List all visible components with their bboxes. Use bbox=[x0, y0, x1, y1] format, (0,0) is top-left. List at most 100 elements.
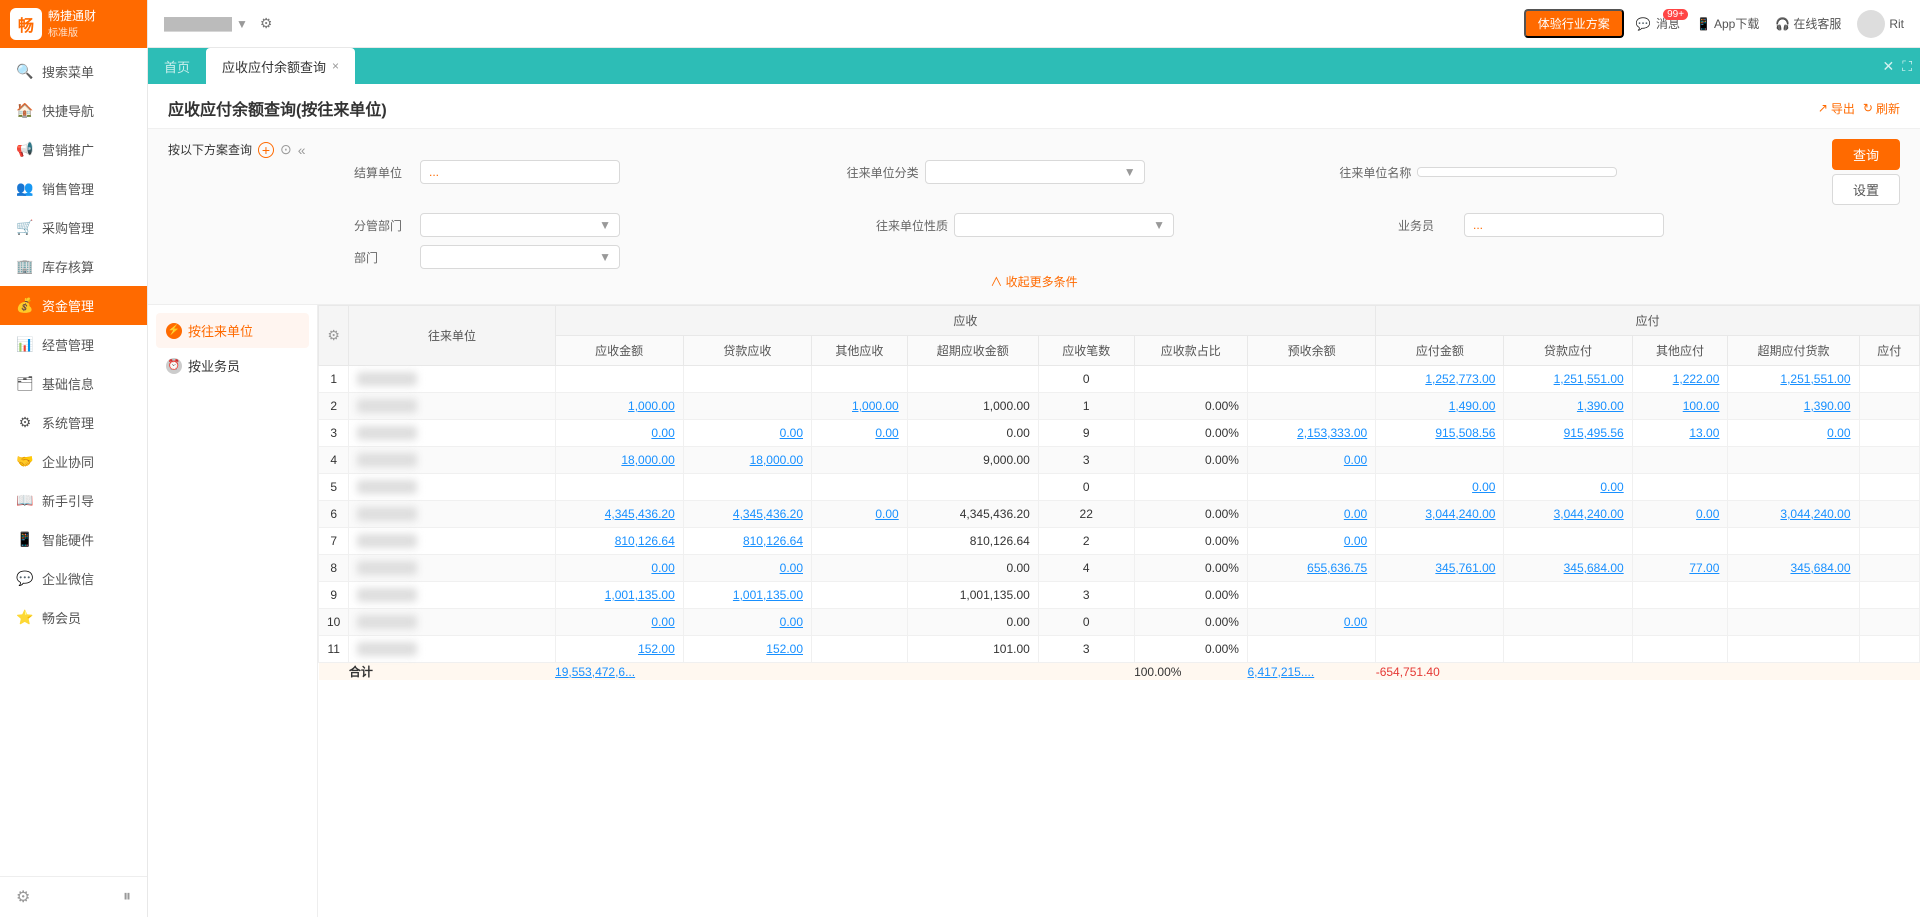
col-settings-header[interactable]: ⚙ bbox=[319, 306, 349, 366]
cell-link[interactable]: 0.00 bbox=[1696, 507, 1719, 521]
tab-home[interactable]: 首页 bbox=[148, 48, 206, 84]
cell-link[interactable]: 1,000.00 bbox=[628, 399, 675, 413]
dept-select[interactable]: ▼ bbox=[420, 245, 620, 269]
query-item-partner[interactable]: ⚡ 按往来单位 bbox=[156, 313, 309, 348]
sidebar-item-inventory[interactable]: 🏢 库存核算 bbox=[0, 247, 147, 286]
cell-link[interactable]: 4,345,436.20 bbox=[733, 507, 803, 521]
cell-link[interactable]: 152.00 bbox=[766, 642, 803, 656]
sidebar-item-search[interactable]: 🔍 搜索菜单 bbox=[0, 52, 147, 91]
message-count-badge: 99+ bbox=[1663, 9, 1688, 20]
cell-link[interactable]: 0.00 bbox=[780, 615, 803, 629]
settlement-unit-input[interactable]: ... bbox=[420, 160, 620, 184]
sidebar-item-marketing-label: 营销推广 bbox=[42, 140, 94, 159]
cell-link[interactable]: 0.00 bbox=[875, 426, 898, 440]
cell-link[interactable]: 1,251,551.00 bbox=[1554, 372, 1624, 386]
cell-link[interactable]: 0.00 bbox=[1827, 426, 1850, 440]
sidebar-item-operations[interactable]: 📊 经营管理 bbox=[0, 325, 147, 364]
partner-category-select[interactable]: ▼ bbox=[925, 160, 1145, 184]
sidebar-item-member[interactable]: ⭐ 畅会员 bbox=[0, 598, 147, 637]
cell-link[interactable]: 810,126.64 bbox=[615, 534, 675, 548]
collapse-more-button[interactable]: ∧ 收起更多条件 bbox=[168, 269, 1900, 294]
cell-link[interactable]: 2,153,333.00 bbox=[1297, 426, 1367, 440]
salesperson-input[interactable]: ... bbox=[1464, 213, 1664, 237]
cell-link[interactable]: 152.00 bbox=[638, 642, 675, 656]
partner-nature-select[interactable]: ▼ bbox=[954, 213, 1174, 237]
cell-link[interactable]: 0.00 bbox=[1344, 615, 1367, 629]
sidebar-item-quicknav[interactable]: 🏠 快捷导航 bbox=[0, 91, 147, 130]
sidebar-item-marketing[interactable]: 📢 营销推广 bbox=[0, 130, 147, 169]
dept-manager-select[interactable]: ▼ bbox=[420, 213, 620, 237]
filter-collapse-icon[interactable]: « bbox=[298, 142, 306, 158]
query-button[interactable]: 查询 bbox=[1832, 139, 1900, 170]
query-item-salesperson[interactable]: ⏰ 按业务员 bbox=[156, 348, 309, 383]
tab-close-icon[interactable]: × bbox=[332, 59, 339, 73]
cell-link[interactable]: 77.00 bbox=[1689, 561, 1719, 575]
cell-link[interactable]: 1,001,135.00 bbox=[733, 588, 803, 602]
export-button[interactable]: ↗ 导出 bbox=[1818, 100, 1855, 117]
cell-link[interactable]: 0.00 bbox=[1344, 507, 1367, 521]
promo-button[interactable]: 体验行业方案 bbox=[1524, 9, 1624, 38]
cell-link[interactable]: 810,126.64 bbox=[743, 534, 803, 548]
cell-link[interactable]: 915,508.56 bbox=[1435, 426, 1495, 440]
table-settings-icon[interactable]: ⚙ bbox=[327, 327, 340, 343]
sidebar-item-enterprise[interactable]: 🤝 企业协同 bbox=[0, 442, 147, 481]
sidebar-collapse-icon[interactable]: ⏸ bbox=[123, 888, 131, 906]
cell-link[interactable]: 0.00 bbox=[651, 615, 674, 629]
sidebar-item-finance[interactable]: 💰 资金管理 bbox=[0, 286, 147, 325]
sidebar-item-sales[interactable]: 👥 销售管理 bbox=[0, 169, 147, 208]
cell-link[interactable]: 0.00 bbox=[651, 561, 674, 575]
filter-add-icon[interactable]: + bbox=[258, 142, 274, 158]
filter-target-icon[interactable]: ⊙ bbox=[280, 141, 292, 158]
cell-link[interactable]: 100.00 bbox=[1683, 399, 1720, 413]
sidebar-item-wechat[interactable]: 💬 企业微信 bbox=[0, 559, 147, 598]
total-ar-amount[interactable]: 19,553,472,6... bbox=[555, 665, 635, 679]
cell-link[interactable]: 0.00 bbox=[1344, 453, 1367, 467]
cell-link[interactable]: 0.00 bbox=[780, 426, 803, 440]
cell-link[interactable]: 1,390.00 bbox=[1577, 399, 1624, 413]
cell-link[interactable]: 1,000.00 bbox=[852, 399, 899, 413]
user-avatar-area[interactable]: Rit bbox=[1857, 10, 1904, 38]
refresh-button[interactable]: ↻ 刷新 bbox=[1863, 100, 1900, 117]
cell-link[interactable]: 18,000.00 bbox=[621, 453, 674, 467]
cell-link[interactable]: 345,684.00 bbox=[1564, 561, 1624, 575]
cell-link[interactable]: 4,345,436.20 bbox=[605, 507, 675, 521]
cell-link[interactable]: 0.00 bbox=[1344, 534, 1367, 548]
online-service[interactable]: 🎧 在线客服 bbox=[1775, 15, 1841, 32]
cell-link[interactable]: 3,044,240.00 bbox=[1425, 507, 1495, 521]
sidebar-item-system[interactable]: ⚙ 系统管理 bbox=[0, 403, 147, 442]
setup-button[interactable]: 设置 bbox=[1832, 174, 1900, 205]
cell-link[interactable]: 1,490.00 bbox=[1449, 399, 1496, 413]
tab-expand-icon[interactable]: ⛶ bbox=[1902, 58, 1912, 75]
cell-link[interactable]: 0.00 bbox=[1472, 480, 1495, 494]
cell-link[interactable]: 18,000.00 bbox=[750, 453, 803, 467]
cell-link[interactable]: 1,390.00 bbox=[1804, 399, 1851, 413]
tab-ar-query[interactable]: 应收应付余额查询 × bbox=[206, 48, 355, 84]
cell-link[interactable]: 0.00 bbox=[1600, 480, 1623, 494]
total-prepaid[interactable]: 6,417,215.... bbox=[1247, 665, 1314, 679]
cell-link[interactable]: 0.00 bbox=[875, 507, 898, 521]
message-badge-container[interactable]: 💬 消息 99+ bbox=[1636, 15, 1680, 32]
cell-link[interactable]: 345,761.00 bbox=[1435, 561, 1495, 575]
sidebar-item-purchase[interactable]: 🛒 采购管理 bbox=[0, 208, 147, 247]
cell-link[interactable]: 1,222.00 bbox=[1673, 372, 1720, 386]
col-ap-amount: 应付金额 bbox=[1376, 336, 1504, 366]
cell-link[interactable]: 13.00 bbox=[1689, 426, 1719, 440]
cell-link[interactable]: 1,252,773.00 bbox=[1425, 372, 1495, 386]
tab-close-window-icon[interactable]: ✕ bbox=[1882, 58, 1894, 75]
cell-link[interactable]: 655,636.75 bbox=[1307, 561, 1367, 575]
gear-btn[interactable]: ⚙ bbox=[260, 15, 273, 32]
cell-link[interactable]: 345,684.00 bbox=[1790, 561, 1850, 575]
cell-link[interactable]: 1,001,135.00 bbox=[605, 588, 675, 602]
sidebar-settings-icon[interactable]: ⚙ bbox=[16, 887, 30, 907]
cell-link[interactable]: 0.00 bbox=[651, 426, 674, 440]
cell-link[interactable]: 0.00 bbox=[780, 561, 803, 575]
cell-link[interactable]: 1,251,551.00 bbox=[1780, 372, 1850, 386]
cell-link[interactable]: 3,044,240.00 bbox=[1554, 507, 1624, 521]
cell-link[interactable]: 3,044,240.00 bbox=[1780, 507, 1850, 521]
sidebar-item-hardware[interactable]: 📱 智能硬件 bbox=[0, 520, 147, 559]
cell-link[interactable]: 915,495.56 bbox=[1564, 426, 1624, 440]
partner-name-input[interactable] bbox=[1417, 167, 1617, 177]
app-download[interactable]: 📱 App下载 bbox=[1696, 15, 1759, 32]
sidebar-item-guide[interactable]: 📖 新手引导 bbox=[0, 481, 147, 520]
sidebar-item-basic[interactable]: 🗂 基础信息 bbox=[0, 364, 147, 403]
